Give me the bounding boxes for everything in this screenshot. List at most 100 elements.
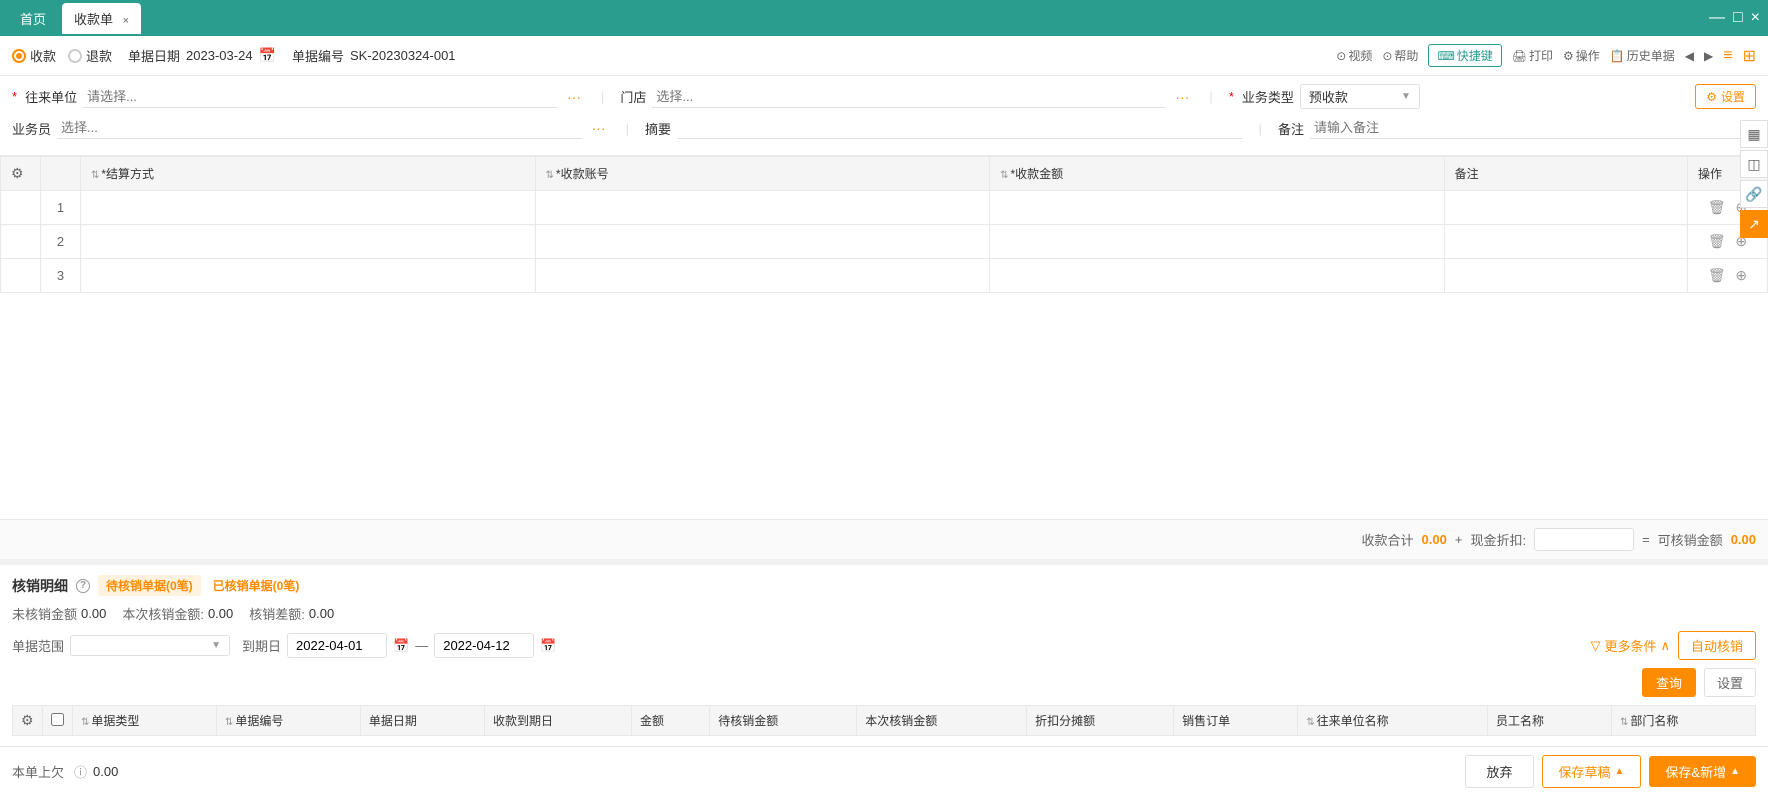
history-btn[interactable]: 📋 历史单据 [1610,47,1675,64]
window-controls: — □ × [1709,9,1760,27]
prev-info-icon[interactable]: ⓘ [74,762,87,781]
table-row: 3 🗑 ⊕ [1,259,1768,293]
copy-row-3-icon[interactable]: ⊕ [1735,267,1747,283]
counterpart-input[interactable] [83,86,557,108]
date-from-calendar-icon[interactable]: 📅 [393,638,409,654]
filter-right: ▽ 更多条件 ∧ 自动核销 [1590,631,1756,660]
done-tab[interactable]: 已核销单据(0笔) [205,575,308,596]
tab-bar: 首页 收款单 × — □ × [0,0,1768,36]
more-filter-btn[interactable]: ▽ 更多条件 ∧ [1590,636,1670,655]
note-col-header: 备注 [1444,157,1687,191]
form-row-1: * 往来单位 ··· | 门店 ··· | * 业务类型 预收款 ▼ [12,84,1756,109]
writeoff-table-header: ⚙ ⇅单据类型 ⇅单据编号 单据日期 收款到期日 金额 待核销金额 本次核销金额… [13,706,1756,736]
ops-btn[interactable]: ⚙ 操作 [1563,47,1600,64]
abandon-btn[interactable]: 放弃 [1465,755,1533,788]
salesperson-more-btn[interactable]: ··· [588,120,610,136]
auto-writeoff-btn[interactable]: 自动核销 [1678,631,1756,660]
window-restore[interactable]: □ [1733,9,1743,27]
salesperson-input[interactable] [57,117,582,139]
filter-row: 单据范围 ▼ 到期日 📅 — 📅 ▽ [12,631,1756,660]
receipt-refund-group: 收款 退款 [12,46,112,65]
table-row: 2 🗑 ⊕ [1,225,1768,259]
writeoff-section: 核销明细 ? 待核销单据(0笔) 已核销单据(0笔) 未核销金额 0.00 本次… [0,559,1768,746]
pending-tab[interactable]: 待核销单据(0笔) [98,575,201,596]
notes-input[interactable] [1310,117,1756,139]
video-btn[interactable]: ⊙ 视频 [1336,47,1372,64]
rownum-col-header [41,157,81,191]
help-btn[interactable]: ⊙ 帮助 [1382,47,1418,64]
main-content: 收款 退款 单据日期 2023-03-24 📅 单据编号 SK-20230324… [0,36,1768,796]
shortcut-btn[interactable]: ⌨ 快捷键 [1428,44,1501,67]
delete-row-2-icon[interactable]: 🗑 [1708,233,1726,249]
store-field: 门店 ··· [620,86,1193,108]
tab-receipt[interactable]: 收款单 × [62,3,141,34]
settlement-col-header: ⇅*结算方式 [81,157,536,191]
store-input[interactable] [652,86,1165,108]
date-field: 单据日期 2023-03-24 📅 [128,46,276,65]
table-row: 1 🗑 ⊕ [1,191,1768,225]
right-panel-table-icon[interactable]: ▦ [1740,120,1768,148]
range-chevron-icon: ▼ [211,640,221,651]
grid-view-icon[interactable]: ≡ [1723,47,1732,65]
config-col-header: ⚙ [1,157,41,191]
print-btn[interactable]: 🖨 打印 [1512,47,1553,64]
wt-counterpart-header: ⇅往来单位名称 [1298,706,1488,736]
docnum-field: 单据编号 SK-20230324-001 [292,46,456,65]
business-type-select[interactable]: 预收款 ▼ [1300,84,1420,109]
wt-config-icon[interactable]: ⚙ [21,712,34,728]
table-config-icon[interactable]: ⚙ [11,165,24,181]
window-minimize[interactable]: — [1709,9,1725,27]
query-btn[interactable]: 查询 [1642,668,1696,697]
wt-doctype-header: ⇅单据类型 [73,706,217,736]
save-draft-btn[interactable]: 保存草稿 ▲ [1542,755,1642,788]
writeoff-settings-btn[interactable]: 设置 [1704,668,1756,697]
settings-button[interactable]: ⚙ 设置 [1695,84,1756,109]
tab-home[interactable]: 首页 [8,3,58,34]
right-panel-doc-icon[interactable]: ◫ [1740,150,1768,178]
tab-close-icon[interactable]: × [123,15,129,27]
bottom-right: 放弃 保存草稿 ▲ 保存&新增 ▲ [1465,755,1756,788]
refund-radio[interactable]: 退款 [68,46,112,65]
window-close[interactable]: × [1751,9,1760,27]
receipt-radio[interactable]: 收款 [12,46,56,65]
range-select[interactable]: ▼ [70,635,230,656]
discount-input[interactable] [1534,528,1634,551]
notes-field: 备注 [1278,117,1756,139]
salesperson-field: 业务员 ··· [12,117,610,139]
tiles-view-icon[interactable]: ⊞ [1743,46,1756,66]
right-panel-link-icon[interactable]: 🔗 [1740,180,1768,208]
wt-check-header [43,706,73,736]
delete-row-3-icon[interactable]: 🗑 [1708,267,1726,283]
writeoff-help-icon[interactable]: ? [76,579,90,593]
nav-right[interactable]: ▶ [1704,49,1713,63]
tabs-left: 首页 收款单 × [8,3,141,34]
bottom-bar: 本单上欠 ⓘ 0.00 放弃 保存草稿 ▲ 保存&新增 ▲ [0,746,1768,796]
summary-input[interactable] [677,117,1243,139]
wt-discount-header: 折扣分摊额 [1027,706,1174,736]
toolbar-row: 收款 退款 单据日期 2023-03-24 📅 单据编号 SK-20230324… [0,36,1768,76]
right-panel: ▦ ◫ 🔗 ↗ [1740,120,1768,238]
right-panel-expand-icon[interactable]: ↗ [1740,210,1768,238]
account-col-header: ⇅*收款账号 [535,157,990,191]
save-new-btn[interactable]: 保存&新增 ▲ [1649,756,1756,787]
wt-employee-header: 员工名称 [1487,706,1611,736]
nav-left[interactable]: ◀ [1685,49,1694,63]
calendar-icon[interactable]: 📅 [259,47,276,64]
counterpart-more-btn[interactable]: ··· [563,89,585,105]
summary-row: 收款合计 0.00 + 现金折扣: = 可核销金额 0.00 [0,519,1768,559]
date-filter: 到期日 📅 — 📅 [242,633,556,658]
store-more-btn[interactable]: ··· [1171,89,1193,105]
writeoff-title: 核销明细 ? 待核销单据(0笔) 已核销单据(0笔) [12,575,1756,596]
chevron-down-icon: ▼ [1401,91,1411,102]
wt-current-header: 本次核销金额 [857,706,1027,736]
date-from-input[interactable] [287,633,387,658]
refund-radio-dot [68,49,82,63]
delete-row-1-icon[interactable]: 🗑 [1708,199,1726,215]
date-to-calendar-icon[interactable]: 📅 [540,638,556,654]
writeoff-table: ⚙ ⇅单据类型 ⇅单据编号 单据日期 收款到期日 金额 待核销金额 本次核销金额… [12,705,1756,736]
wt-check-all[interactable] [51,713,64,726]
wt-duedate-header: 收款到期日 [484,706,631,736]
form-row-2: 业务员 ··· | 摘要 | 备注 [12,117,1756,139]
range-filter: 单据范围 ▼ [12,635,230,656]
date-to-input[interactable] [434,633,534,658]
